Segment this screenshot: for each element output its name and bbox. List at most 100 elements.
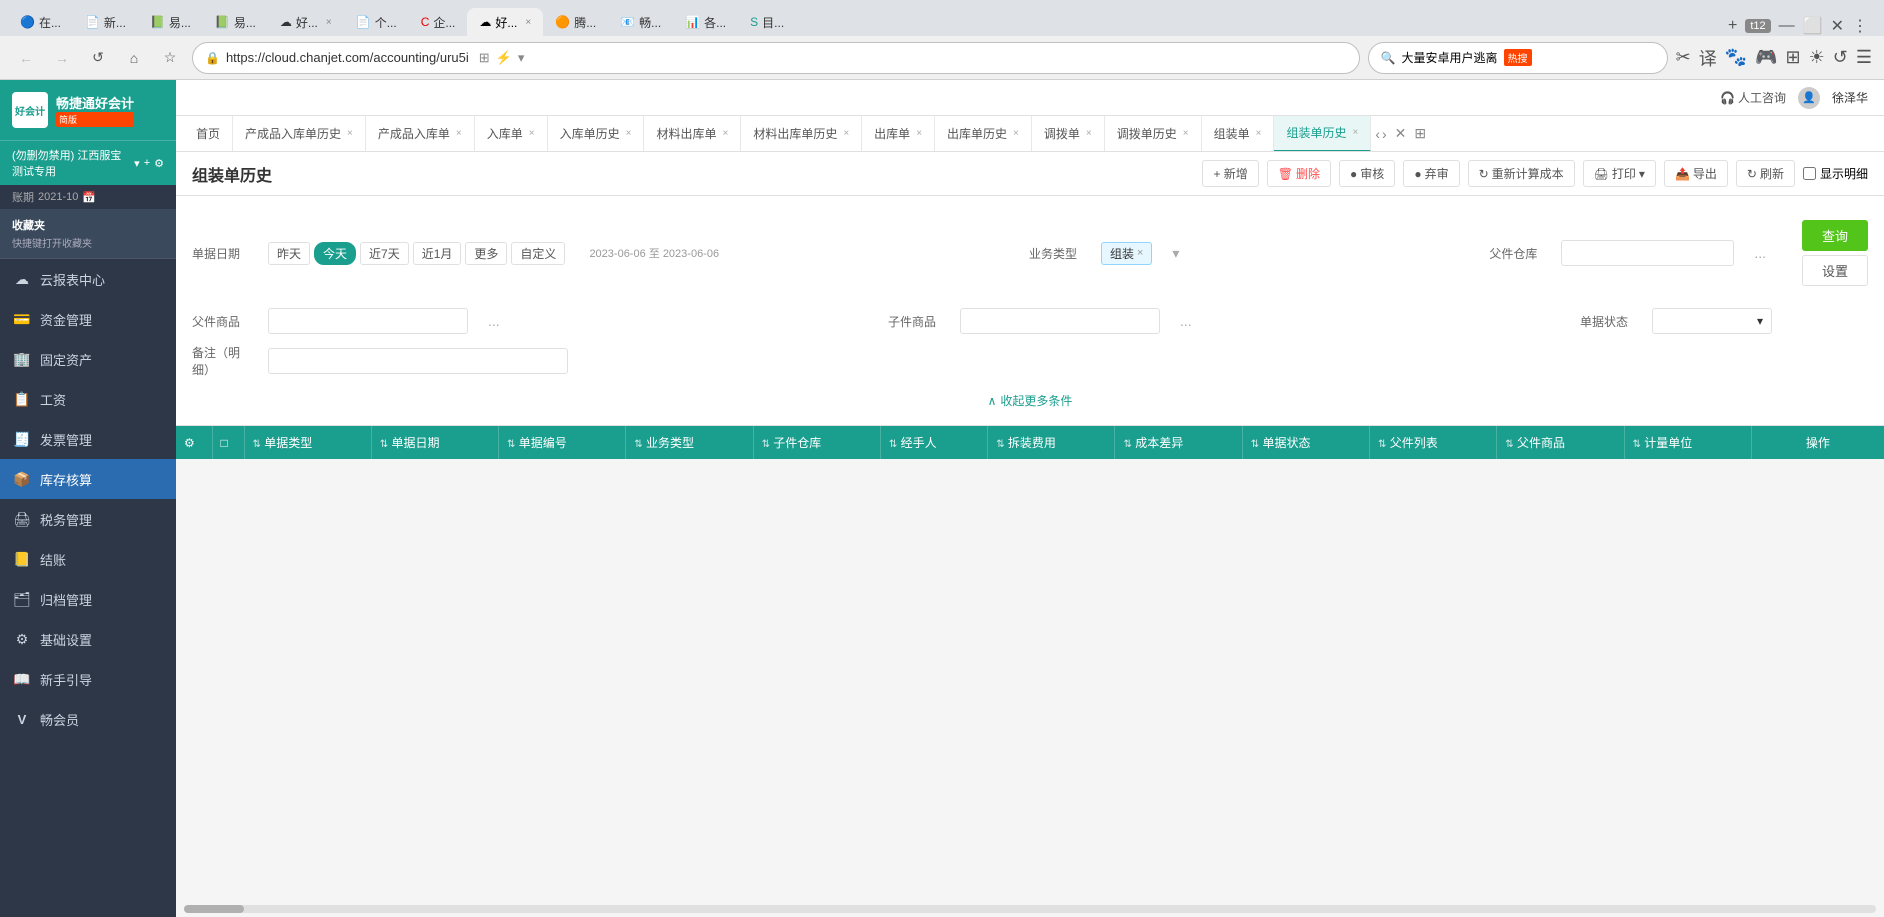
- export-button[interactable]: 📤 导出: [1664, 160, 1728, 187]
- th-doc-no[interactable]: ⇅ 单据编号: [499, 426, 626, 459]
- delete-button[interactable]: 🗑 🗑 删除 删除: [1267, 160, 1331, 187]
- close-nav-tab-7[interactable]: ×: [916, 128, 922, 139]
- nav-tab-2[interactable]: 产成品入库单 ×: [366, 116, 475, 152]
- browser-tab-12[interactable]: S 目...: [738, 8, 796, 36]
- recalculate-button[interactable]: ↻ 重新计算成本: [1468, 160, 1575, 187]
- sidebar-item-settle[interactable]: 📒 结账: [0, 539, 176, 579]
- close-nav-tab-12[interactable]: ×: [1352, 127, 1358, 138]
- date-btn-custom[interactable]: 自定义: [511, 242, 565, 265]
- th-doc-type[interactable]: ⇅ 单据类型: [244, 426, 371, 459]
- set-button[interactable]: 设置: [1802, 255, 1868, 286]
- header-checkbox[interactable]: □: [221, 436, 228, 450]
- close-nav-tab-4[interactable]: ×: [626, 128, 632, 139]
- sun-icon[interactable]: ☀: [1809, 47, 1825, 68]
- date-btn-yesterday[interactable]: 昨天: [268, 242, 310, 265]
- print-button[interactable]: 🖨 打印 ▾: [1583, 160, 1656, 187]
- tab-prev-arrow[interactable]: ‹: [1375, 126, 1380, 142]
- home-button[interactable]: ⌂: [120, 44, 148, 72]
- company-dropdown-icon[interactable]: ▾: [134, 157, 140, 170]
- dropdown-icon[interactable]: ▾: [518, 50, 525, 66]
- doc-status-select[interactable]: ▾: [1652, 308, 1772, 334]
- nav-tab-8[interactable]: 出库单历史 ×: [935, 116, 1032, 152]
- biz-type-close-icon[interactable]: ×: [1137, 247, 1143, 259]
- th-child-warehouse[interactable]: ⇅ 子件仓库: [753, 426, 880, 459]
- close-button[interactable]: ✕: [1831, 16, 1844, 36]
- query-button[interactable]: 查询: [1802, 220, 1868, 251]
- parent-goods-input[interactable]: [268, 308, 468, 334]
- horizontal-scrollbar[interactable]: [176, 899, 1884, 917]
- close-nav-tab-5[interactable]: ×: [722, 128, 728, 139]
- close-nav-tab-11[interactable]: ×: [1256, 128, 1262, 139]
- add-button[interactable]: + 新增: [1202, 160, 1258, 187]
- game-icon[interactable]: 🎮: [1755, 47, 1777, 68]
- sidebar-item-archive[interactable]: 🗂 归档管理: [0, 579, 176, 619]
- nav-tab-1[interactable]: 产成品入库单历史 ×: [233, 116, 366, 152]
- close-nav-tab-6[interactable]: ×: [843, 128, 849, 139]
- browser-tab-10[interactable]: 📧 畅...: [608, 8, 673, 36]
- print-dropdown-icon[interactable]: ▾: [1639, 167, 1645, 181]
- nav-tab-6[interactable]: 材料出库单历史 ×: [741, 116, 862, 152]
- child-goods-ellipsis[interactable]: ...: [1176, 313, 1196, 329]
- sidebar-item-settings[interactable]: ⚙ 基础设置: [0, 619, 176, 659]
- close-nav-tab-10[interactable]: ×: [1183, 128, 1189, 139]
- close-nav-tab-8[interactable]: ×: [1013, 128, 1019, 139]
- date-btn-more[interactable]: 更多: [465, 242, 507, 265]
- grid-icon[interactable]: ⊞: [1786, 47, 1801, 68]
- close-nav-tab-9[interactable]: ×: [1086, 128, 1092, 139]
- th-doc-status[interactable]: ⇅ 单据状态: [1242, 426, 1369, 459]
- bookmark-button[interactable]: ☆: [156, 44, 184, 72]
- nav-tab-3[interactable]: 入库单 ×: [475, 116, 548, 152]
- sidebar-item-payroll[interactable]: 📋 工资: [0, 379, 176, 419]
- collapse-button[interactable]: ∧ 收起更多条件: [988, 392, 1073, 409]
- th-cost-diff[interactable]: ⇅ 成本差异: [1115, 426, 1242, 459]
- url-bar[interactable]: 🔒 https://cloud.chanjet.com/accounting/u…: [192, 42, 1360, 74]
- browser-tab-8[interactable]: ☁ 好... ×: [467, 8, 543, 36]
- reload-button[interactable]: ↺: [84, 44, 112, 72]
- maximize-button[interactable]: ⬜: [1803, 16, 1823, 36]
- add-company-icon[interactable]: +: [144, 157, 150, 169]
- browser-tab-2[interactable]: 📄 新...: [73, 8, 138, 36]
- date-btn-7days[interactable]: 近7天: [360, 242, 409, 265]
- child-goods-input[interactable]: [960, 308, 1160, 334]
- close-all-tabs-button[interactable]: ✕: [1391, 125, 1411, 142]
- close-nav-tab-3[interactable]: ×: [529, 128, 535, 139]
- close-tab-8[interactable]: ×: [525, 17, 531, 28]
- close-nav-tab-1[interactable]: ×: [347, 128, 353, 139]
- th-settings[interactable]: ⚙: [176, 426, 212, 459]
- nav-tab-4[interactable]: 入库单历史 ×: [548, 116, 645, 152]
- show-detail-checkbox[interactable]: [1803, 167, 1816, 180]
- sidebar-item-cloud-report[interactable]: ☁ 云报表中心: [0, 259, 176, 299]
- search-area[interactable]: 🔍 大量安卓用户逃离 热搜: [1368, 42, 1668, 74]
- browser-tab-11[interactable]: 📊 各...: [673, 8, 738, 36]
- th-unit[interactable]: ⇅ 计量单位: [1624, 426, 1751, 459]
- review-button[interactable]: ● 审核: [1339, 160, 1395, 187]
- nav-tab-5[interactable]: 材料出库单 ×: [644, 116, 741, 152]
- nav-tab-7[interactable]: 出库单 ×: [862, 116, 935, 152]
- sidebar-item-member[interactable]: V 畅会员: [0, 699, 176, 739]
- translate-icon[interactable]: 译: [1699, 45, 1717, 71]
- th-handler[interactable]: ⇅ 经手人: [880, 426, 987, 459]
- nav-tab-11[interactable]: 组装单 ×: [1202, 116, 1275, 152]
- browser-tab-6[interactable]: 📄 个...: [344, 8, 409, 36]
- menu-icon[interactable]: ☰: [1856, 47, 1872, 68]
- calendar-icon[interactable]: 📅: [82, 191, 96, 204]
- scrollbar-thumb[interactable]: [184, 905, 244, 913]
- parent-warehouse-input[interactable]: [1561, 240, 1734, 266]
- extra-settings-button[interactable]: ⋮: [1852, 16, 1868, 36]
- table-settings-icon[interactable]: ⚙: [184, 436, 195, 450]
- minimize-button[interactable]: —: [1779, 17, 1795, 35]
- browser-tab-7[interactable]: C 企...: [409, 8, 468, 36]
- nav-tab-home[interactable]: 首页: [184, 116, 233, 152]
- nav-tab-12-assembly-history[interactable]: 组装单历史 ×: [1274, 116, 1371, 152]
- company-bar[interactable]: (勿删勿禁用) 江西服宝测试专用 ▾ + ⚙: [0, 140, 176, 185]
- nav-tab-10[interactable]: 调拨单历史 ×: [1105, 116, 1202, 152]
- paw-icon[interactable]: 🐾: [1725, 47, 1747, 68]
- scissors-icon[interactable]: ✂: [1676, 47, 1691, 68]
- favorites-bar[interactable]: 收藏夹 快捷键打开收藏夹: [0, 209, 176, 259]
- th-parent-list[interactable]: ⇅ 父件列表: [1369, 426, 1496, 459]
- tab-extra-button[interactable]: ⊞: [1410, 125, 1430, 142]
- browser-tab-5[interactable]: ☁ 好... ×: [268, 8, 344, 36]
- browser-tab-1[interactable]: 🔵 在...: [8, 8, 73, 36]
- lightning-icon[interactable]: ⚡: [496, 50, 512, 66]
- parent-goods-ellipsis[interactable]: ...: [484, 313, 504, 329]
